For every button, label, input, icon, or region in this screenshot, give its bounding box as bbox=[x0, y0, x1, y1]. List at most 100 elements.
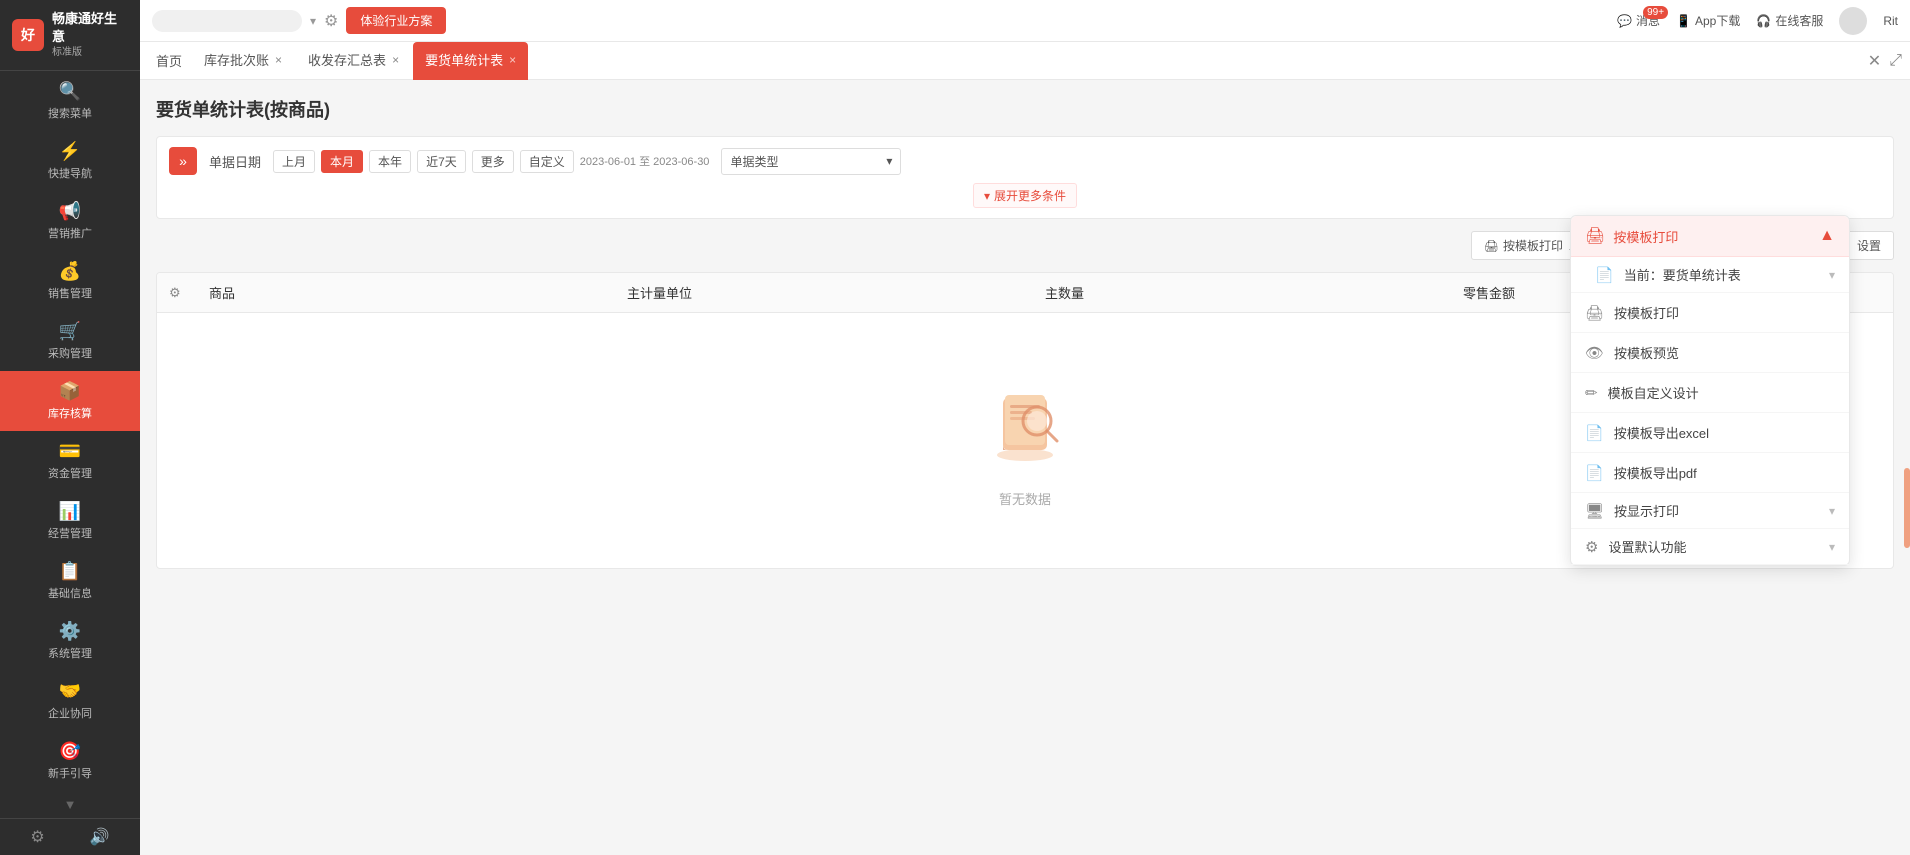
sidebar-scroll-down[interactable]: ▼ bbox=[0, 791, 140, 818]
print-dropdown-icon: 🖨 bbox=[1585, 226, 1605, 246]
filter-expand-button[interactable]: » bbox=[169, 147, 197, 175]
headset-icon: 🎧 bbox=[1756, 14, 1771, 28]
dropdown-title: 按模板打印 bbox=[1613, 227, 1678, 246]
dropdown-section-set-default[interactable]: ⚙ 设置默认功能 ▾ bbox=[1571, 529, 1849, 565]
topbar: ▾ ⚙ 体验行业方案 💬 消息 99+ 📱 App下载 🎧 在线客服 Rit bbox=[140, 0, 1910, 42]
online-service-button[interactable]: 🎧 在线客服 bbox=[1756, 12, 1823, 29]
sidebar-item-marketing[interactable]: 📢 营销推广 bbox=[0, 191, 140, 251]
sidebar-item-enterprise[interactable]: 🤝 企业协同 bbox=[0, 671, 140, 731]
sidebar-item-operations[interactable]: 📊 经营管理 bbox=[0, 491, 140, 551]
enterprise-icon: 🤝 bbox=[59, 681, 81, 702]
main-area: ▾ ⚙ 体验行业方案 💬 消息 99+ 📱 App下载 🎧 在线客服 Rit 首… bbox=[140, 0, 1910, 855]
tab-order-stats[interactable]: 要货单统计表 × bbox=[413, 42, 528, 80]
sidebar-inventory-label: 库存核算 bbox=[48, 405, 92, 421]
expand-icon: ▾ bbox=[984, 189, 990, 203]
tab-order-stats-label: 要货单统计表 bbox=[425, 50, 503, 69]
tab-close-all-icon[interactable]: ✕ bbox=[1868, 51, 1881, 71]
sidebar-item-newbie[interactable]: 🎯 新手引导 bbox=[0, 731, 140, 791]
template-print-label: 按模板打印 bbox=[1614, 303, 1835, 322]
sidebar-item-system[interactable]: ⚙️ 系统管理 bbox=[0, 611, 140, 671]
date-more[interactable]: 更多 bbox=[472, 150, 514, 173]
filter-row-1: » 单据日期 上月 本月 本年 近7天 更多 自定义 2023-06-01 至 … bbox=[169, 147, 1881, 175]
sidebar-settings-button[interactable]: ⚙ bbox=[30, 827, 44, 847]
topbar-gear-icon[interactable]: ⚙ bbox=[324, 11, 338, 31]
date-options: 上月 本月 本年 近7天 更多 自定义 2023-06-01 至 2023-06… bbox=[273, 150, 709, 173]
app-download-label: App下载 bbox=[1695, 12, 1740, 29]
app-download-icon: 📱 bbox=[1676, 14, 1691, 28]
template-preview-label: 按模板预览 bbox=[1614, 343, 1835, 362]
printer-icon: 🖨 bbox=[1484, 239, 1499, 253]
date-this-year[interactable]: 本年 bbox=[369, 150, 411, 173]
sidebar-item-inventory[interactable]: 📦 库存核算 bbox=[0, 371, 140, 431]
sidebar-item-sales[interactable]: 💰 销售管理 bbox=[0, 251, 140, 311]
dropdown-header[interactable]: 🖨 按模板打印 ▲ bbox=[1571, 216, 1849, 257]
tab-receipt-summary-label: 收发存汇总表 bbox=[308, 50, 386, 69]
template-pdf-label: 按模板导出pdf bbox=[1614, 463, 1835, 482]
topbar-right-actions: 💬 消息 99+ 📱 App下载 🎧 在线客服 Rit bbox=[1617, 7, 1898, 35]
app-download-button[interactable]: 📱 App下载 bbox=[1676, 12, 1740, 29]
current-section-icon: 📄 bbox=[1595, 266, 1614, 284]
tab-home[interactable]: 首页 bbox=[148, 51, 190, 70]
finance-icon: 💳 bbox=[59, 441, 81, 462]
experience-button[interactable]: 体验行业方案 bbox=[346, 7, 446, 34]
dropdown-item-template-pdf[interactable]: 📄 按模板导出pdf bbox=[1571, 453, 1849, 493]
purchase-icon: 🛒 bbox=[59, 321, 81, 342]
date-prev-month[interactable]: 上月 bbox=[273, 150, 315, 173]
sidebar-finance-label: 资金管理 bbox=[48, 465, 92, 481]
table-settings-icon[interactable]: ⚙ bbox=[169, 285, 181, 300]
sidebar-item-purchase[interactable]: 🛒 采购管理 bbox=[0, 311, 140, 371]
dropdown-collapse-icon[interactable]: ▲ bbox=[1819, 227, 1835, 245]
current-section-arrow-icon: ▾ bbox=[1829, 268, 1835, 282]
sidebar-purchase-label: 采购管理 bbox=[48, 345, 92, 361]
dropdown-item-template-excel[interactable]: 📄 按模板导出excel bbox=[1571, 413, 1849, 453]
sidebar-system-label: 系统管理 bbox=[48, 645, 92, 661]
user-name[interactable]: Rit bbox=[1883, 14, 1898, 28]
avatar[interactable] bbox=[1839, 7, 1867, 35]
chevron-down-icon: ▾ bbox=[886, 154, 892, 168]
dropdown-section-display-print[interactable]: 🖥 按显示打印 ▾ bbox=[1571, 493, 1849, 529]
sidebar-bottom: ⚙ 🔊 bbox=[0, 818, 140, 855]
expand-more-label: 展开更多条件 bbox=[994, 187, 1066, 204]
dropdown-item-template-preview[interactable]: 👁 按模板预览 bbox=[1571, 333, 1849, 373]
display-print-arrow-icon: ▾ bbox=[1829, 504, 1835, 518]
sidebar-item-quick-nav[interactable]: ⚡ 快捷导航 bbox=[0, 131, 140, 191]
sidebar-item-finance[interactable]: 💳 资金管理 bbox=[0, 431, 140, 491]
dropdown-item-template-custom[interactable]: ✏ 模板自定义设计 bbox=[1571, 373, 1849, 413]
date-this-month[interactable]: 本月 bbox=[321, 150, 363, 173]
empty-text: 暂无数据 bbox=[999, 489, 1051, 508]
date-custom[interactable]: 自定义 bbox=[520, 150, 574, 173]
topbar-search-input[interactable] bbox=[152, 10, 302, 32]
system-icon: ⚙️ bbox=[59, 621, 81, 642]
sidebar-enterprise-label: 企业协同 bbox=[48, 705, 92, 721]
date-last7days[interactable]: 近7天 bbox=[417, 150, 466, 173]
display-print-icon: 🖥 bbox=[1585, 502, 1604, 520]
message-button[interactable]: 💬 消息 99+ bbox=[1617, 12, 1660, 29]
tab-inventory-batch-close[interactable]: × bbox=[275, 53, 282, 67]
tab-inventory-batch-label: 库存批次账 bbox=[204, 50, 269, 69]
display-print-label: 按显示打印 bbox=[1614, 501, 1819, 520]
app-logo-icon: 好 bbox=[12, 19, 44, 51]
date-range-text: 2023-06-01 至 2023-06-30 bbox=[580, 153, 710, 169]
dropdown-item-template-print[interactable]: 🖨 按模板打印 bbox=[1571, 293, 1849, 333]
expand-more-button[interactable]: ▾ 展开更多条件 bbox=[973, 183, 1077, 208]
sidebar-speaker-button[interactable]: 🔊 bbox=[90, 827, 110, 847]
settings-button[interactable]: 设置 bbox=[1844, 231, 1894, 260]
type-select[interactable]: 单据类型 ▾ bbox=[721, 148, 901, 175]
app-version: 标准版 bbox=[52, 46, 128, 60]
message-badge: 99+ bbox=[1643, 6, 1668, 19]
tab-receipt-summary[interactable]: 收发存汇总表 × bbox=[296, 42, 411, 80]
tab-receipt-summary-close[interactable]: × bbox=[392, 53, 399, 67]
tab-maximize-icon[interactable]: ⤢ bbox=[1889, 52, 1902, 70]
date-label: 单据日期 bbox=[209, 152, 261, 171]
filter-bar: » 单据日期 上月 本月 本年 近7天 更多 自定义 2023-06-01 至 … bbox=[156, 136, 1894, 219]
dropdown-current-section[interactable]: 📄 当前：要货单统计表 ▾ bbox=[1571, 257, 1849, 293]
topbar-search-dropdown[interactable]: ▾ bbox=[310, 14, 316, 28]
sidebar-item-basics[interactable]: 📋 基础信息 bbox=[0, 551, 140, 611]
set-default-arrow-icon: ▾ bbox=[1829, 540, 1835, 554]
tab-order-stats-close[interactable]: × bbox=[509, 53, 516, 67]
template-custom-label: 模板自定义设计 bbox=[1608, 383, 1835, 402]
sidebar-search-label: 搜索菜单 bbox=[48, 105, 92, 121]
sidebar-item-search[interactable]: 🔍 搜索菜单 bbox=[0, 71, 140, 131]
scrollbar[interactable] bbox=[1904, 468, 1910, 548]
tab-inventory-batch[interactable]: 库存批次账 × bbox=[192, 42, 294, 80]
